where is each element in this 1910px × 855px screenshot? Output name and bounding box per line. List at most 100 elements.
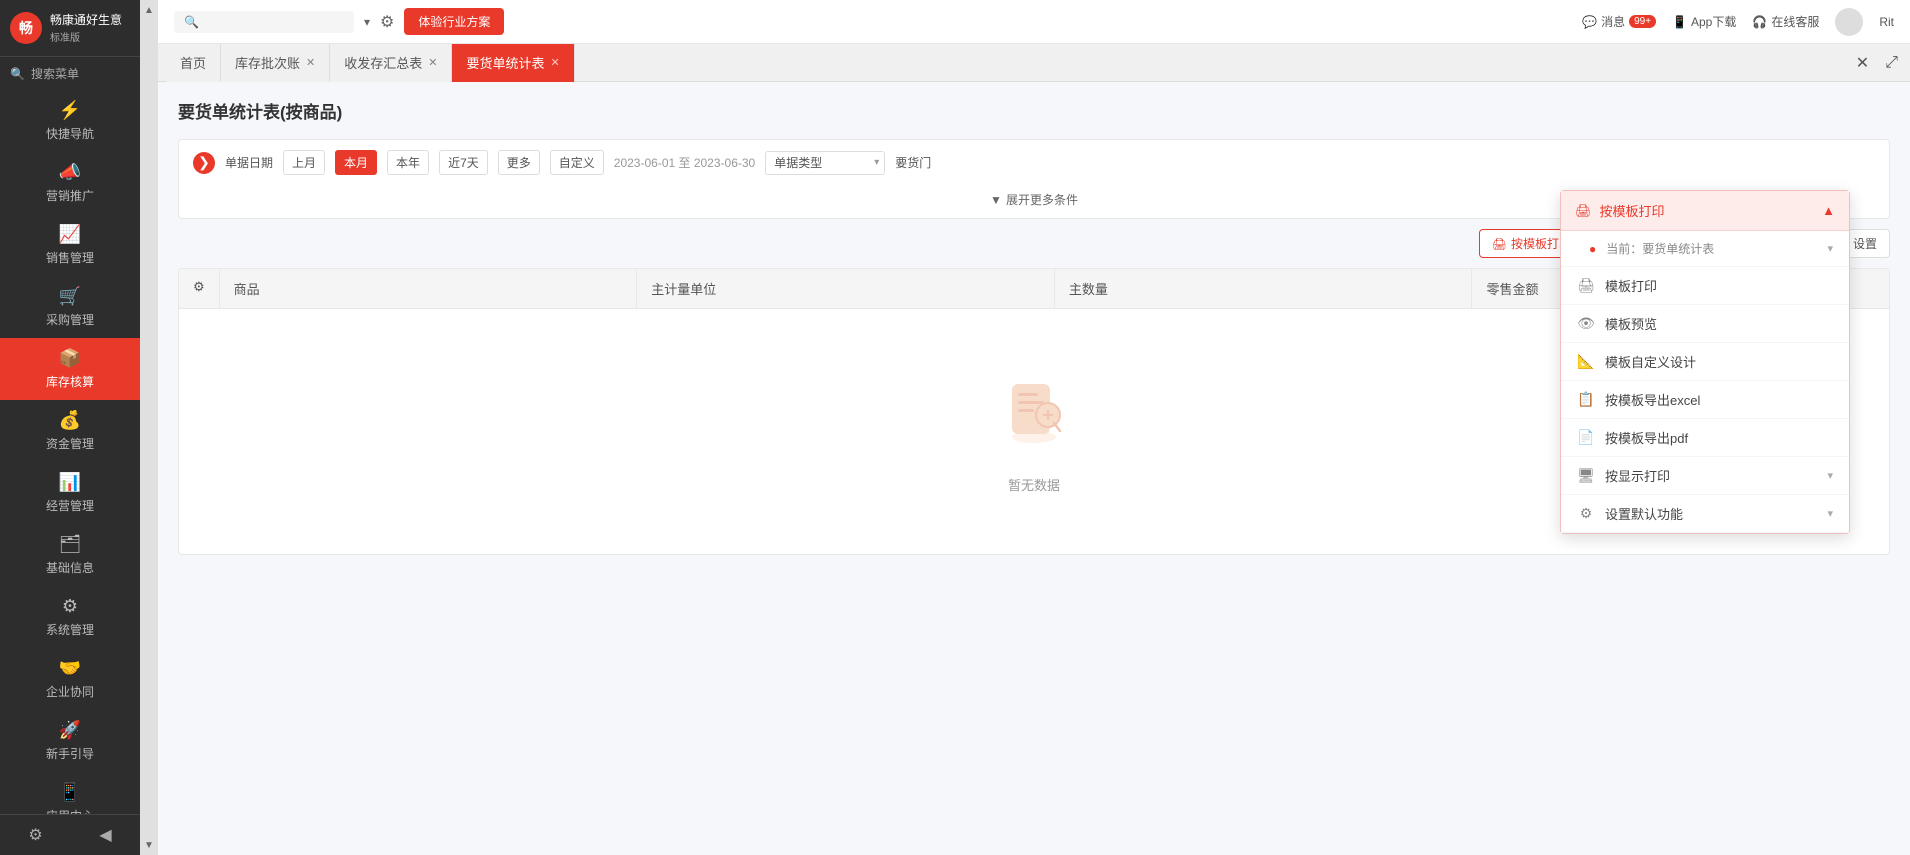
date-last-month[interactable]: 上月 (283, 150, 325, 175)
messages-item[interactable]: 💬 消息 99+ (1582, 13, 1656, 30)
current-label: 当前：要货单统计表 (1606, 240, 1714, 257)
filter-collapse-btn[interactable]: ❯ (193, 152, 215, 174)
print-dropdown-panel: 🖨 按模板打印 ▲ ● 当前：要货单统计表 ▾ 🖨 模板打印 👁 模板预览 📐 (1560, 190, 1850, 534)
app-badge: 标准版 (50, 29, 122, 44)
sidebar-item-marketing[interactable]: 📣 营销推广 (0, 152, 140, 214)
user-avatar[interactable] (1835, 8, 1863, 36)
tabbar: 首页 库存批次账 ✕ 收发存汇总表 ✕ 要货单统计表 ✕ ✕ ⤢ (158, 44, 1910, 82)
sidebar-item-purchase[interactable]: 🛒 采购管理 (0, 276, 140, 338)
set-default-icon: ⚙ (1577, 505, 1595, 522)
th-quantity: 主数量 (1055, 269, 1473, 308)
sidebar-item-system[interactable]: ⚙ 系统管理 (0, 586, 140, 648)
app-name: 畅康通好生意 (50, 12, 122, 29)
dropdown-template-design[interactable]: 📐 模板自定义设计 (1561, 343, 1849, 381)
online-service-item[interactable]: 🎧 在线客服 (1752, 13, 1819, 30)
tab-order-stats-label: 要货单统计表 (466, 53, 544, 72)
dropdown-template-excel[interactable]: 📋 按模板导出excel (1561, 381, 1849, 419)
sidebar-item-inventory[interactable]: 📦 库存核算 (0, 338, 140, 400)
tab-batch-account-close[interactable]: ✕ (306, 56, 315, 69)
expand-label: 展开更多条件 (1006, 191, 1078, 208)
dropdown-collapse-arrow[interactable]: ▲ (1822, 203, 1835, 218)
date-more[interactable]: 更多 (498, 150, 540, 175)
topbar-settings-btn[interactable]: ⚙ (380, 12, 394, 32)
print-dropdown-icon: 🖨 (1575, 203, 1592, 219)
sidebar-item-operations[interactable]: 📊 经营管理 (0, 462, 140, 524)
sidebar-item-sales[interactable]: 📈 销售管理 (0, 214, 140, 276)
search-menu[interactable]: 🔍 搜索菜单 (0, 57, 140, 90)
tab-batch-account[interactable]: 库存批次账 ✕ (221, 44, 330, 82)
topbar-dropdown-btn[interactable]: ▾ (364, 15, 370, 29)
sidebar-item-label: 快捷导航 (46, 125, 94, 142)
empty-text: 暂无数据 (1008, 475, 1060, 494)
template-print-label: 模板打印 (1605, 276, 1657, 295)
current-expand-arrow[interactable]: ▾ (1827, 242, 1833, 255)
sidebar-item-app-center[interactable]: 📱 应用中心 (0, 772, 140, 814)
purchase-icon: 🛒 (59, 286, 81, 307)
template-print-icon: 🖨 (1577, 277, 1595, 294)
sidebar-item-enterprise[interactable]: 🤝 企业协同 (0, 648, 140, 710)
sidebar-item-finance[interactable]: 💰 资金管理 (0, 400, 140, 462)
sidebar-item-label: 销售管理 (46, 249, 94, 266)
base-info-icon: 🗂 (59, 534, 82, 555)
app-center-icon: 📱 (59, 782, 81, 803)
dropdown-header[interactable]: 🖨 按模板打印 ▲ (1561, 191, 1849, 231)
topbar: 🔍 ▾ ⚙ 体验行业方案 💬 消息 99+ 📱 App下载 🎧 在线客服 Rit (158, 0, 1910, 44)
app-download-item[interactable]: 📱 App下载 (1672, 13, 1736, 30)
tab-order-stats[interactable]: 要货单统计表 ✕ (452, 44, 574, 82)
sidebar-scroll: ▲ ▼ (140, 0, 158, 855)
tab-batch-account-label: 库存批次账 (235, 53, 300, 72)
experience-btn[interactable]: 体验行业方案 (404, 8, 504, 35)
topbar-right: 💬 消息 99+ 📱 App下载 🎧 在线客服 Rit (1582, 8, 1894, 36)
dropdown-current-item[interactable]: ● 当前：要货单统计表 ▾ (1561, 231, 1849, 267)
sidebar-item-base-info[interactable]: 🗂 基础信息 (0, 524, 140, 586)
template-excel-icon: 📋 (1577, 391, 1595, 408)
type-select[interactable]: 单据类型 (765, 151, 885, 175)
type-select-wrapper: 单据类型 (765, 151, 885, 175)
tab-order-stats-close[interactable]: ✕ (551, 56, 560, 69)
dropdown-display-print[interactable]: 🖥 按显示打印 ▾ (1561, 457, 1849, 495)
dropdown-set-default[interactable]: ⚙ 设置默认功能 ▾ (1561, 495, 1849, 533)
finance-icon: 💰 (59, 410, 81, 431)
display-print-arrow: ▾ (1827, 469, 1833, 482)
scroll-up-btn[interactable]: ▲ (140, 0, 158, 20)
tab-receipt-summary[interactable]: 收发存汇总表 ✕ (330, 44, 452, 82)
th-goods: 商品 (220, 269, 638, 308)
sidebar-item-label: 库存核算 (46, 373, 94, 390)
expand-more-btn[interactable]: ▼ 展开更多条件 (990, 191, 1078, 208)
inventory-icon: 📦 (59, 348, 81, 369)
display-print-label: 按显示打印 (1605, 466, 1670, 485)
sidebar-item-label: 营销推广 (46, 187, 94, 204)
sales-icon: 📈 (59, 224, 81, 245)
sidebar-item-quick-nav[interactable]: ⚡ 快捷导航 (0, 90, 140, 152)
close-all-btn[interactable]: ✕ (1852, 49, 1873, 77)
topbar-search[interactable]: 🔍 (174, 11, 354, 33)
dropdown-template-preview[interactable]: 👁 模板预览 (1561, 305, 1849, 343)
tab-home[interactable]: 首页 (166, 44, 221, 82)
sidebar-footer: ⚙ ◀ (0, 814, 140, 855)
template-preview-label: 模板预览 (1605, 314, 1657, 333)
th-settings[interactable]: ⚙ (179, 269, 220, 308)
sidebar-item-label: 应用中心 (46, 807, 94, 814)
expand-tabs-btn[interactable]: ⤢ (1881, 50, 1902, 76)
tab-receipt-summary-label: 收发存汇总表 (344, 53, 422, 72)
set-default-label: 设置默认功能 (1605, 504, 1683, 523)
enterprise-icon: 🤝 (59, 658, 81, 679)
sidebar-item-label: 系统管理 (46, 621, 94, 638)
tab-receipt-summary-close[interactable]: ✕ (428, 56, 437, 69)
date-range: 2023-06-01 至 2023-06-30 (614, 154, 755, 171)
date-current-year[interactable]: 本年 (387, 150, 429, 175)
dropdown-template-print[interactable]: 🖨 模板打印 (1561, 267, 1849, 305)
date-custom[interactable]: 自定义 (550, 150, 604, 175)
template-pdf-label: 按模板导出pdf (1605, 428, 1688, 447)
app-logo: 畅 畅康通好生意 标准版 (0, 0, 140, 57)
search-icon: 🔍 (10, 67, 25, 81)
date-current-month[interactable]: 本月 (335, 150, 377, 175)
sidebar-item-label: 新手引导 (46, 745, 94, 762)
date-last-7-days[interactable]: 近7天 (439, 150, 488, 175)
dropdown-template-pdf[interactable]: 📄 按模板导出pdf (1561, 419, 1849, 457)
user-name: Rit (1879, 15, 1894, 29)
sidebar-item-guide[interactable]: 🚀 新手引导 (0, 710, 140, 772)
collapse-icon[interactable]: ◀ (99, 825, 111, 845)
settings-footer-icon[interactable]: ⚙ (28, 825, 42, 845)
scroll-down-btn[interactable]: ▼ (140, 835, 158, 855)
